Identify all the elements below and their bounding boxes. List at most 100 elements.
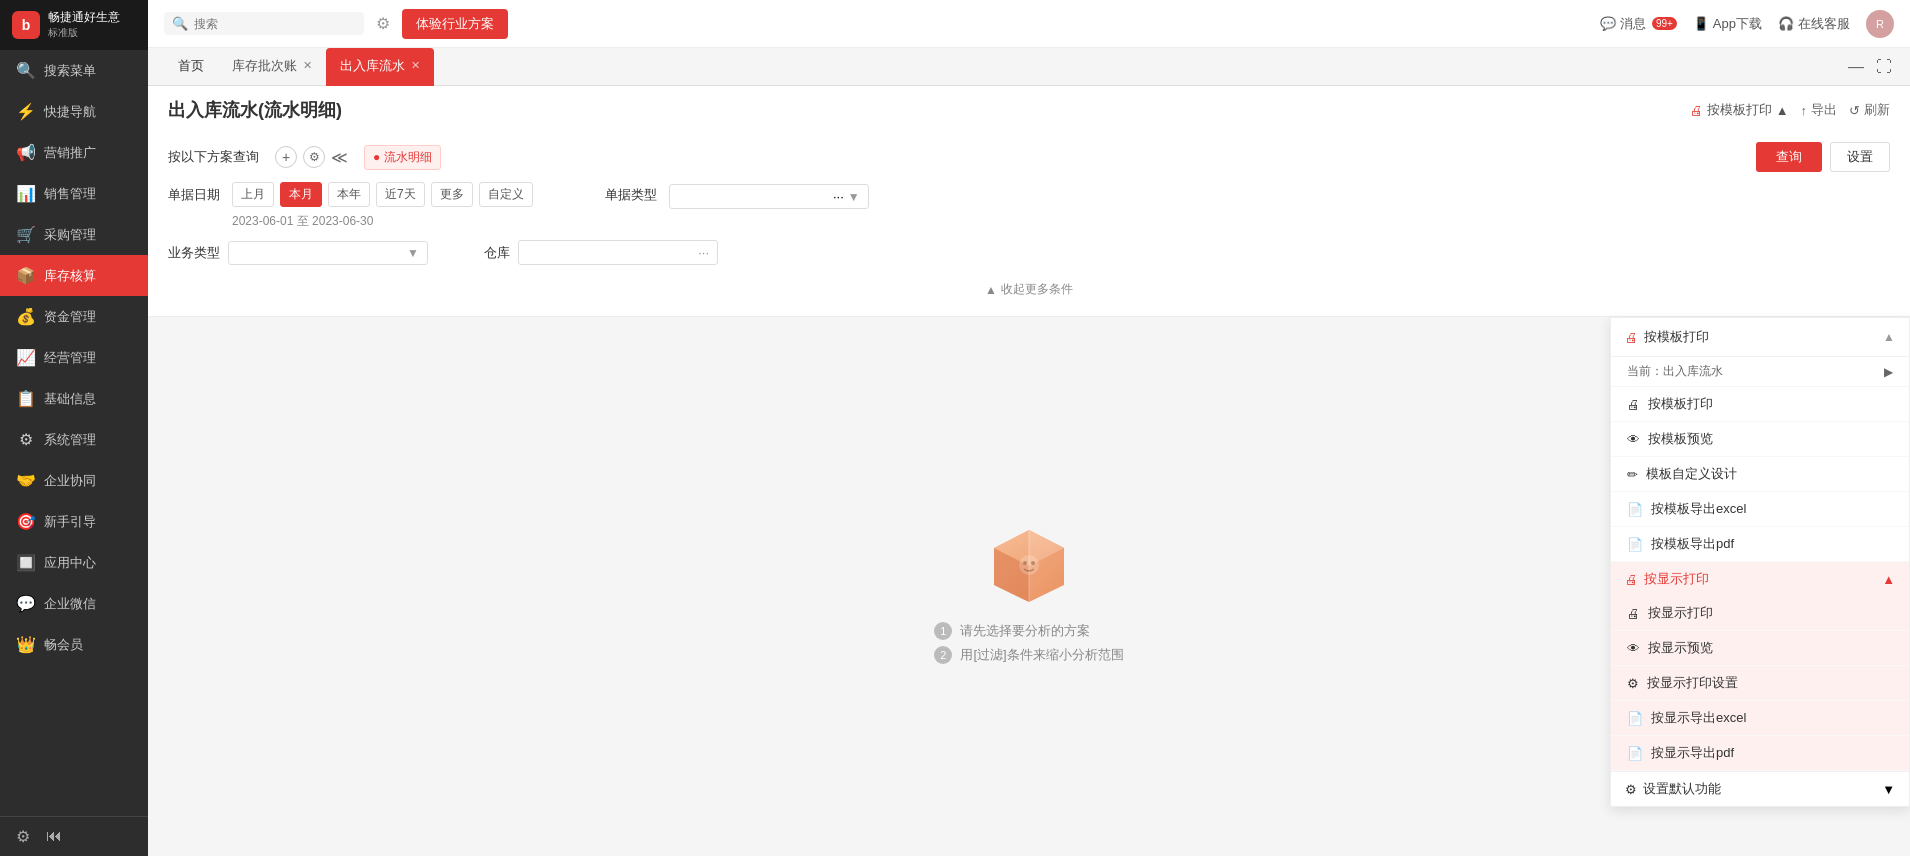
empty-step-1: 1 请先选择要分析的方案 xyxy=(934,622,1123,640)
app-download-btn[interactable]: 📱 App下载 xyxy=(1693,15,1762,33)
settings-bottom-icon[interactable]: ⚙ xyxy=(16,827,30,846)
sidebar-item-sales[interactable]: 📊 销售管理 xyxy=(0,173,148,214)
step-1-text: 请先选择要分析的方案 xyxy=(960,622,1090,640)
voucher-type-select[interactable]: ··· ▼ xyxy=(669,184,869,209)
dropdown-footer[interactable]: ⚙ 设置默认功能 ▼ xyxy=(1611,771,1909,806)
export-button[interactable]: ↑ 导出 xyxy=(1801,101,1838,119)
print-template-button[interactable]: 🖨 按模板打印 ▲ xyxy=(1690,101,1789,119)
finance-icon: 💰 xyxy=(16,307,36,326)
filter-tag-flow[interactable]: ● 流水明细 xyxy=(364,145,441,170)
display-print-settings-label: 按显示打印设置 xyxy=(1647,674,1738,692)
sidebar-item-label: 应用中心 xyxy=(44,554,96,572)
sidebar-item-system[interactable]: ⚙ 系统管理 xyxy=(0,419,148,460)
filter-setting-button[interactable]: ⚙ xyxy=(303,146,325,168)
printer-icon: 🖨 xyxy=(1690,103,1703,118)
enterprise-icon: 🤝 xyxy=(16,471,36,490)
refresh-icon: ↺ xyxy=(1849,103,1860,118)
tab-bar: 首页 库存批次账 ✕ 出入库流水 ✕ — ⛶ xyxy=(148,48,1910,86)
system-icon: ⚙ xyxy=(16,430,36,449)
date-btn-this-year[interactable]: 本年 xyxy=(328,182,370,207)
display-export-pdf-icon: 📄 xyxy=(1627,746,1643,761)
query-button[interactable]: 查询 xyxy=(1756,142,1822,172)
date-btn-7days[interactable]: 近7天 xyxy=(376,182,425,207)
page-header: 出入库流水(流水明细) 🖨 按模板打印 ▲ ↑ 导出 ↺ 刷新 xyxy=(148,86,1910,130)
dropdown-section-display[interactable]: 🖨 按显示打印 ▲ xyxy=(1611,562,1909,596)
sidebar-item-marketing[interactable]: 📢 营销推广 xyxy=(0,132,148,173)
warehouse-input[interactable]: ··· xyxy=(518,240,718,265)
business-type-select[interactable]: ▼ xyxy=(228,241,428,265)
dropdown-item-template-print[interactable]: 🖨 按模板打印 xyxy=(1611,387,1909,422)
topbar-search[interactable]: 🔍 xyxy=(164,12,364,35)
dropdown-item-display-export-excel[interactable]: 📄 按显示导出excel xyxy=(1611,701,1909,736)
tab-home[interactable]: 首页 xyxy=(164,48,218,86)
sidebar-item-label: 采购管理 xyxy=(44,226,96,244)
sidebar-item-guide[interactable]: 🎯 新手引导 xyxy=(0,501,148,542)
filter-add-button[interactable]: + xyxy=(275,146,297,168)
tab-maximize-button[interactable]: ⛶ xyxy=(1874,56,1894,78)
refresh-button[interactable]: ↺ 刷新 xyxy=(1849,101,1890,119)
sidebar-item-search[interactable]: 🔍 搜索菜单 xyxy=(0,50,148,91)
collapse-sidebar-icon[interactable]: ⏮ xyxy=(46,827,62,846)
sidebar-item-vip[interactable]: 👑 畅会员 xyxy=(0,624,148,665)
sidebar-item-app-center[interactable]: 🔲 应用中心 xyxy=(0,542,148,583)
dropdown-item-display-print-settings[interactable]: ⚙ 按显示打印设置 xyxy=(1611,666,1909,701)
display-section-label: 按显示打印 xyxy=(1644,570,1709,588)
setting-button[interactable]: 设置 xyxy=(1830,142,1890,172)
sidebar-item-finance[interactable]: 💰 资金管理 xyxy=(0,296,148,337)
sidebar-item-basic[interactable]: 📋 基础信息 xyxy=(0,378,148,419)
logo-badge: 标准版 xyxy=(48,26,120,40)
marketing-icon: 📢 xyxy=(16,143,36,162)
date-btn-this-month[interactable]: 本月 xyxy=(280,182,322,207)
dropdown-current[interactable]: 当前：出入库流水 ▶ xyxy=(1611,357,1909,387)
dropdown-item-template-export-pdf[interactable]: 📄 按模板导出pdf xyxy=(1611,527,1909,562)
wechat-icon: 💬 xyxy=(16,594,36,613)
dropdown-item-display-export-pdf[interactable]: 📄 按显示导出pdf xyxy=(1611,736,1909,771)
search-input[interactable] xyxy=(194,17,334,31)
filter-label: 按以下方案查询 xyxy=(168,148,259,166)
dropdown-header[interactable]: 🖨 按模板打印 ▲ xyxy=(1611,318,1909,357)
main-area: 🔍 ⚙ 体验行业方案 💬 消息 99+ 📱 App下载 🎧 在线客服 R xyxy=(148,0,1910,856)
date-btn-more[interactable]: 更多 xyxy=(431,182,473,207)
user-avatar[interactable]: R xyxy=(1866,10,1894,38)
voucher-type-more-icon: ··· xyxy=(833,189,844,204)
date-btn-last-month[interactable]: 上月 xyxy=(232,182,274,207)
message-btn[interactable]: 💬 消息 99+ xyxy=(1600,15,1677,33)
dropdown-item-template-export-excel[interactable]: 📄 按模板导出excel xyxy=(1611,492,1909,527)
topbar-gear-icon[interactable]: ⚙ xyxy=(376,14,390,33)
dropdown-header-up-arrow-icon: ▲ xyxy=(1883,330,1895,344)
batch-account-tab-close-icon[interactable]: ✕ xyxy=(303,59,312,72)
app-center-icon: 🔲 xyxy=(16,553,36,572)
online-service-btn[interactable]: 🎧 在线客服 xyxy=(1778,15,1850,33)
dropdown-item-display-print[interactable]: 🖨 按显示打印 xyxy=(1611,596,1909,631)
dropdown-footer-left: ⚙ 设置默认功能 xyxy=(1625,780,1721,798)
tab-minimize-button[interactable]: — xyxy=(1846,56,1866,78)
date-btn-custom[interactable]: 自定义 xyxy=(479,182,533,207)
dropdown-item-template-preview[interactable]: 👁 按模板预览 xyxy=(1611,422,1909,457)
voucher-type-label: 单据类型 xyxy=(605,186,657,204)
sidebar-item-label: 库存核算 xyxy=(44,267,96,285)
sidebar-item-quick-nav[interactable]: ⚡ 快捷导航 xyxy=(0,91,148,132)
dropdown-item-template-customize[interactable]: ✏ 模板自定义设计 xyxy=(1611,457,1909,492)
logo-text-block: 畅捷通好生意 标准版 xyxy=(48,10,120,40)
dropdown-item-display-preview[interactable]: 👁 按显示预览 xyxy=(1611,631,1909,666)
trial-button[interactable]: 体验行业方案 xyxy=(402,9,508,39)
dropdown-current-label: 当前：出入库流水 xyxy=(1627,363,1723,380)
sidebar-item-label: 快捷导航 xyxy=(44,103,96,121)
collapse-more-btn[interactable]: ▲ 收起更多条件 xyxy=(168,275,1890,304)
empty-state-icon xyxy=(979,510,1079,610)
filter-collapse-icon[interactable]: ≪ xyxy=(331,148,348,167)
search-topbar-icon: 🔍 xyxy=(172,16,188,31)
sidebar-item-inventory[interactable]: 📦 库存核算 xyxy=(0,255,148,296)
sidebar-item-wechat[interactable]: 💬 企业微信 xyxy=(0,583,148,624)
sidebar-item-label: 资金管理 xyxy=(44,308,96,326)
flow-tab-close-icon[interactable]: ✕ xyxy=(411,59,420,72)
sidebar-item-purchase[interactable]: 🛒 采购管理 xyxy=(0,214,148,255)
tab-flow[interactable]: 出入库流水 ✕ xyxy=(326,48,434,86)
tab-batch-account[interactable]: 库存批次账 ✕ xyxy=(218,48,326,86)
sidebar-item-enterprise[interactable]: 🤝 企业协同 xyxy=(0,460,148,501)
empty-steps: 1 请先选择要分析的方案 2 用[过滤]条件来缩小分析范围 xyxy=(934,622,1123,664)
sidebar-item-operations[interactable]: 📈 经营管理 xyxy=(0,337,148,378)
display-export-excel-label: 按显示导出excel xyxy=(1651,709,1746,727)
business-type-label: 业务类型 xyxy=(168,244,220,262)
voucher-type-arrow-icon: ▼ xyxy=(848,190,860,204)
